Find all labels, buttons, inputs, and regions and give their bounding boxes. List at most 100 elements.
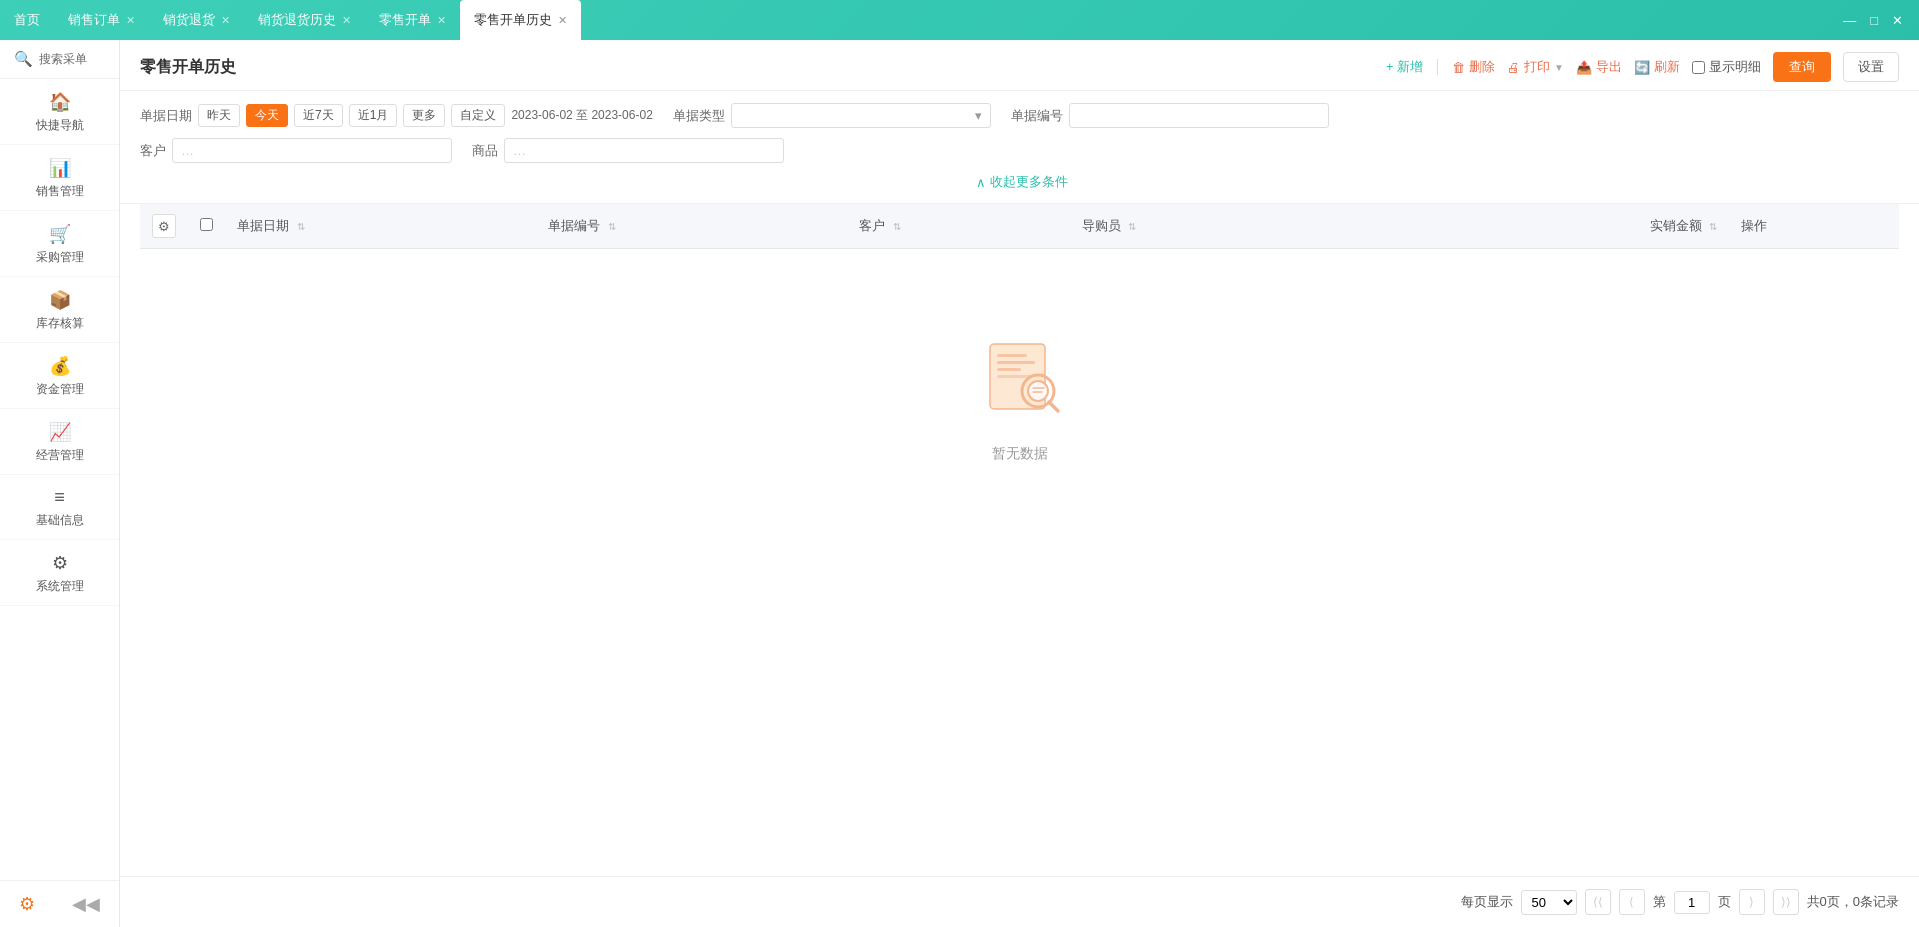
sidebar-item-inventory[interactable]: 📦 库存核算: [0, 277, 119, 343]
filter-area: 单据日期 昨天 今天 近7天 近1月 更多 自定义 2023-06-02 至 2…: [120, 91, 1919, 204]
last-page-button[interactable]: ⟩⟩: [1773, 889, 1799, 915]
col-date-label: 单据日期: [237, 218, 289, 233]
tab-retail-history-label: 零售开单历史: [474, 11, 552, 29]
col-date[interactable]: 单据日期 ⇅: [225, 204, 536, 249]
display-detail-checkbox[interactable]: [1692, 61, 1705, 74]
sales-icon: 📊: [49, 157, 71, 179]
tab-return-history[interactable]: 销货退货历史 ✕: [244, 0, 365, 40]
date-btn-1month[interactable]: 近1月: [349, 104, 398, 127]
col-customer-sort[interactable]: ⇅: [893, 221, 901, 232]
prev-page-button[interactable]: ⟨: [1619, 889, 1645, 915]
col-checkbox[interactable]: [188, 204, 225, 249]
set-button[interactable]: 设置: [1843, 52, 1899, 82]
export-label: 导出: [1596, 58, 1622, 76]
tab-return[interactable]: 销货退货 ✕: [149, 0, 244, 40]
page-input[interactable]: [1674, 891, 1710, 914]
delete-button[interactable]: 🗑 删除: [1452, 58, 1495, 76]
col-amount[interactable]: 实销金额 ⇅: [1418, 204, 1729, 249]
sidebar-sales-label: 销售管理: [36, 183, 84, 200]
goods-filter-group: 商品 …: [472, 138, 784, 163]
date-btn-yesterday[interactable]: 昨天: [198, 104, 240, 127]
query-button[interactable]: 查询: [1773, 52, 1831, 82]
date-btn-today[interactable]: 今天: [246, 104, 288, 127]
col-amount-label: 实销金额: [1650, 218, 1702, 233]
sidebar-item-basic-info[interactable]: ≡ 基础信息: [0, 475, 119, 540]
per-page-select[interactable]: 50 100 200: [1521, 890, 1577, 915]
tab-sales-order[interactable]: 销售订单 ✕: [54, 0, 149, 40]
page-unit: 页: [1718, 893, 1731, 911]
col-spacer: [1337, 204, 1418, 249]
content-area: 零售开单历史 + 新增 🗑 删除 🖨 打印 ▼ 📤 导出: [120, 40, 1919, 927]
col-salesperson-label: 导购员: [1082, 218, 1121, 233]
col-salesperson-sort[interactable]: ⇅: [1128, 221, 1136, 232]
date-btn-more[interactable]: 更多: [403, 104, 445, 127]
tab-sales-order-close[interactable]: ✕: [126, 14, 135, 27]
tab-retail-label: 零售开单: [379, 11, 431, 29]
col-amount-sort[interactable]: ⇅: [1709, 221, 1717, 232]
collapse-row[interactable]: ∧ 收起更多条件: [140, 173, 1899, 191]
sidebar-search-label: 搜索采单: [39, 51, 87, 68]
tab-retail[interactable]: 零售开单 ✕: [365, 0, 460, 40]
date-btn-custom[interactable]: 自定义: [451, 104, 505, 127]
tab-sales-order-label: 销售订单: [68, 11, 120, 29]
date-btn-7days[interactable]: 近7天: [294, 104, 343, 127]
tab-retail-history[interactable]: 零售开单历史 ✕: [460, 0, 581, 40]
col-customer[interactable]: 客户 ⇅: [847, 204, 1070, 249]
svg-point-6: [1028, 381, 1048, 401]
tab-home-label: 首页: [14, 11, 40, 29]
svg-rect-4: [997, 375, 1032, 378]
refresh-button[interactable]: 🔄 刷新: [1634, 58, 1680, 76]
add-button[interactable]: + 新增: [1386, 58, 1423, 76]
next-page-button[interactable]: ⟩: [1739, 889, 1765, 915]
window-close[interactable]: ✕: [1892, 13, 1903, 28]
delete-icon: 🗑: [1452, 60, 1465, 75]
col-no-sort[interactable]: ⇅: [608, 221, 616, 232]
sidebar-search[interactable]: 🔍 搜索采单: [0, 40, 119, 79]
doc-no-filter-label: 单据编号: [1011, 107, 1063, 125]
sidebar-collapse-icon[interactable]: ◀◀: [72, 893, 100, 915]
page-title: 零售开单历史: [140, 57, 236, 78]
window-maximize[interactable]: □: [1870, 13, 1878, 28]
divider1: [1437, 59, 1438, 75]
per-page-label: 每页显示: [1461, 893, 1513, 911]
sidebar-item-operations[interactable]: 📈 经营管理: [0, 409, 119, 475]
print-label: 打印: [1524, 58, 1550, 76]
sidebar-item-finance[interactable]: 💰 资金管理: [0, 343, 119, 409]
col-salesperson[interactable]: 导购员 ⇅: [1070, 204, 1337, 249]
sidebar-item-purchase[interactable]: 🛒 采购管理: [0, 211, 119, 277]
select-all-checkbox[interactable]: [200, 218, 213, 231]
sidebar-finance-label: 资金管理: [36, 381, 84, 398]
first-page-button[interactable]: ⟨⟨: [1585, 889, 1611, 915]
export-button[interactable]: 📤 导出: [1576, 58, 1622, 76]
doc-type-arrow-icon: ▾: [975, 108, 982, 123]
goods-select[interactable]: …: [504, 138, 784, 163]
doc-no-input[interactable]: [1069, 103, 1329, 128]
sidebar-item-shortcuts[interactable]: 🏠 快捷导航: [0, 79, 119, 145]
sidebar-item-sales[interactable]: 📊 销售管理: [0, 145, 119, 211]
tab-home[interactable]: 首页: [0, 0, 54, 40]
main-table: ⚙ 单据日期 ⇅ 单据编号 ⇅: [140, 204, 1899, 249]
tab-retail-close[interactable]: ✕: [437, 14, 446, 27]
col-no[interactable]: 单据编号 ⇅: [536, 204, 847, 249]
sidebar-item-system[interactable]: ⚙ 系统管理: [0, 540, 119, 606]
col-date-sort[interactable]: ⇅: [297, 221, 305, 232]
page-label: 第: [1653, 893, 1666, 911]
sidebar-system-label: 系统管理: [36, 578, 84, 595]
svg-rect-1: [997, 354, 1027, 357]
print-icon: 🖨: [1507, 60, 1520, 75]
date-filter-label: 单据日期: [140, 107, 192, 125]
goods-filter-label: 商品: [472, 142, 498, 160]
tab-return-history-close[interactable]: ✕: [342, 14, 351, 27]
print-button[interactable]: 🖨 打印 ▼: [1507, 58, 1564, 76]
display-detail-toggle[interactable]: 显示明细: [1692, 58, 1761, 76]
sidebar-basic-info-label: 基础信息: [36, 512, 84, 529]
tab-retail-history-close[interactable]: ✕: [558, 14, 567, 27]
doc-type-select[interactable]: ▾: [731, 103, 991, 128]
customer-select[interactable]: …: [172, 138, 452, 163]
top-bar: 首页 销售订单 ✕ 销货退货 ✕ 销货退货历史 ✕ 零售开单 ✕ 零售开单历史 …: [0, 0, 1919, 40]
window-minimize[interactable]: —: [1843, 13, 1856, 28]
column-settings-button[interactable]: ⚙: [152, 214, 176, 238]
table-area: ⚙ 单据日期 ⇅ 单据编号 ⇅: [120, 204, 1919, 876]
sidebar-settings-icon[interactable]: ⚙: [19, 893, 35, 915]
tab-return-close[interactable]: ✕: [221, 14, 230, 27]
